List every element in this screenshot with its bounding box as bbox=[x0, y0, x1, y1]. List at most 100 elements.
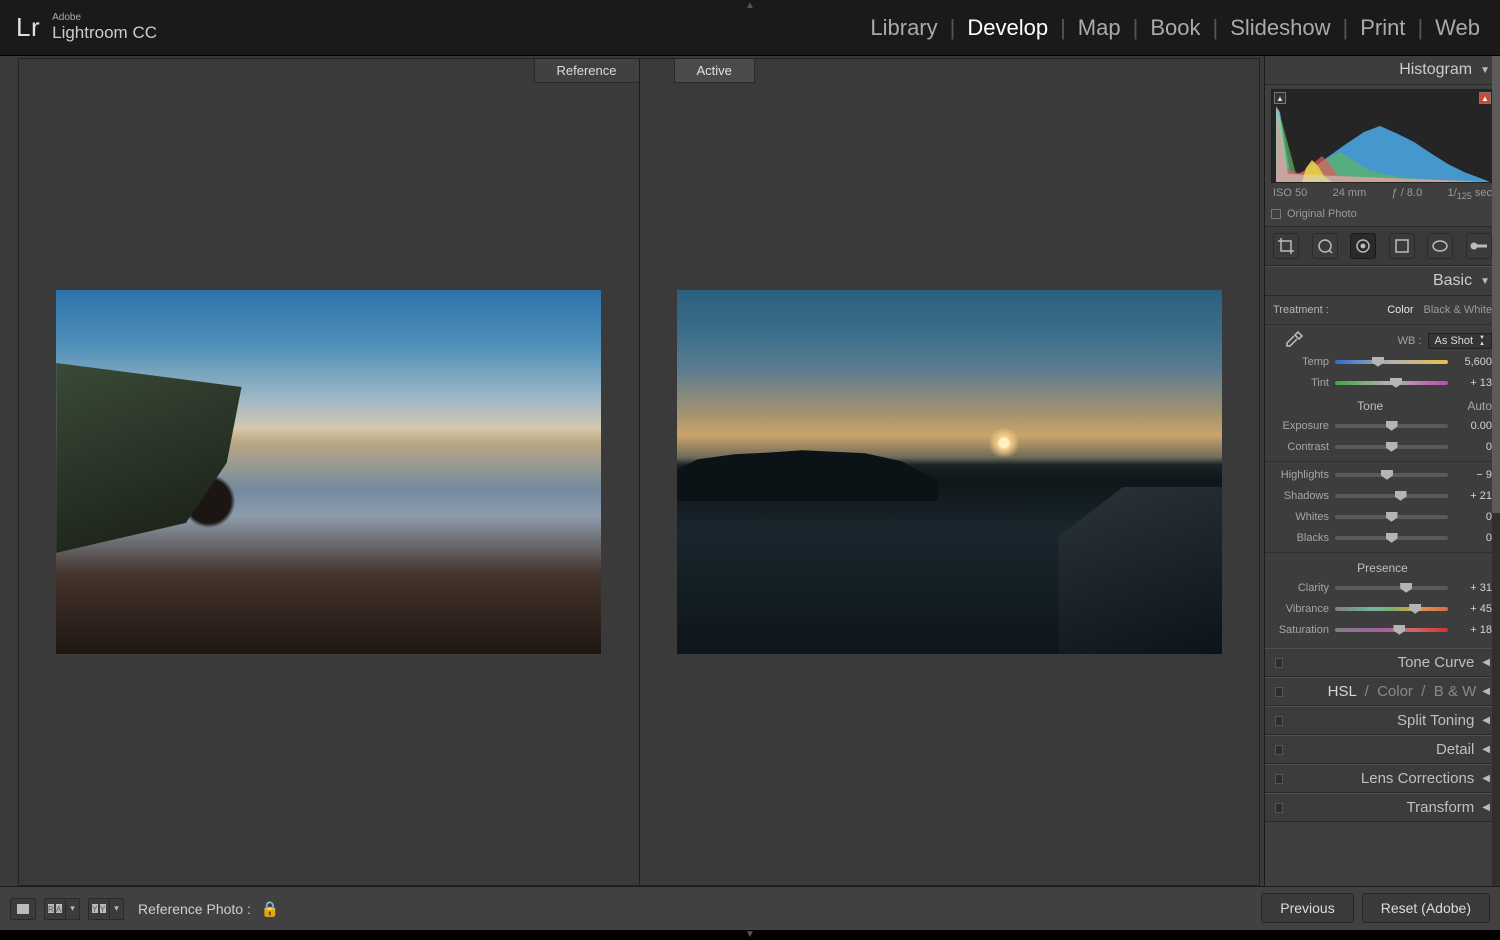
contrast-slider[interactable] bbox=[1335, 442, 1448, 452]
highlights-label: Highlights bbox=[1273, 469, 1329, 481]
histogram-curves-icon bbox=[1272, 102, 1492, 182]
right-panel: Histogram ▼ ▲ ▲ ISO 50 24 mm ƒ / 8.0 1/1… bbox=[1264, 56, 1500, 886]
panel-toggle-icon[interactable] bbox=[1275, 716, 1283, 726]
basic-panel-header[interactable]: Basic ▼ bbox=[1265, 266, 1500, 296]
chevron-left-icon: ◀ bbox=[1482, 686, 1490, 697]
module-book[interactable]: Book bbox=[1146, 13, 1204, 43]
module-web[interactable]: Web bbox=[1431, 13, 1484, 43]
lens-corrections-panel-header[interactable]: Lens Corrections◀ bbox=[1265, 764, 1500, 793]
vibrance-slider[interactable] bbox=[1335, 604, 1448, 614]
before-after-dropdown[interactable]: ▾ bbox=[110, 898, 124, 920]
reference-tag: Reference bbox=[534, 59, 639, 83]
blacks-value[interactable]: 0 bbox=[1454, 532, 1492, 544]
right-panel-scrollbar[interactable] bbox=[1492, 56, 1500, 886]
original-photo-checkbox[interactable] bbox=[1271, 209, 1281, 219]
histogram-title: Histogram bbox=[1399, 61, 1472, 79]
exposure-value[interactable]: 0.00 bbox=[1454, 420, 1492, 432]
histogram-graph[interactable]: ▲ ▲ bbox=[1271, 89, 1494, 183]
histogram-panel-header[interactable]: Histogram ▼ bbox=[1265, 56, 1500, 85]
module-map[interactable]: Map bbox=[1074, 13, 1125, 43]
reference-photo[interactable] bbox=[56, 290, 601, 653]
highlights-slider[interactable] bbox=[1335, 470, 1448, 480]
radial-filter-tool[interactable] bbox=[1427, 233, 1453, 259]
reference-side[interactable]: Reference bbox=[19, 59, 640, 885]
panel-toggle-icon[interactable] bbox=[1275, 774, 1283, 784]
chevron-left-icon: ◀ bbox=[1482, 657, 1490, 668]
panel-toggle-icon[interactable] bbox=[1275, 745, 1283, 755]
original-photo-label: Original Photo bbox=[1287, 208, 1357, 220]
treatment-color[interactable]: Color bbox=[1387, 304, 1413, 316]
loupe-view-button[interactable] bbox=[10, 898, 36, 920]
blacks-slider[interactable] bbox=[1335, 533, 1448, 543]
reset-button[interactable]: Reset (Adobe) bbox=[1362, 893, 1490, 923]
lightroom-logo-icon: Lr bbox=[16, 12, 40, 43]
spot-icon bbox=[1316, 237, 1334, 255]
chevron-down-icon: ▼ bbox=[1480, 276, 1490, 287]
reference-view-buttons: RA ▾ bbox=[44, 898, 80, 920]
before-after-left[interactable]: YY bbox=[88, 898, 110, 920]
crop-tool[interactable] bbox=[1273, 233, 1299, 259]
previous-button[interactable]: Previous bbox=[1261, 893, 1353, 923]
clarity-slider[interactable] bbox=[1335, 583, 1448, 593]
before-after-icon: YY bbox=[91, 903, 107, 914]
detail-panel-header[interactable]: Detail◀ bbox=[1265, 735, 1500, 764]
saturation-slider[interactable] bbox=[1335, 625, 1448, 635]
clarity-label: Clarity bbox=[1273, 582, 1329, 594]
reference-view-left[interactable]: RA bbox=[44, 898, 66, 920]
temp-value[interactable]: 5,600 bbox=[1454, 356, 1492, 368]
wb-label: WB : bbox=[1398, 335, 1422, 347]
histogram-focal: 24 mm bbox=[1333, 187, 1367, 201]
treatment-bw[interactable]: Black & White bbox=[1424, 304, 1492, 316]
eyedropper-icon[interactable] bbox=[1283, 329, 1305, 351]
panel-toggle-icon[interactable] bbox=[1275, 658, 1283, 668]
panel-toggle-icon[interactable] bbox=[1275, 687, 1283, 697]
tint-value[interactable]: + 13 bbox=[1454, 377, 1492, 389]
split-toning-panel-header[interactable]: Split Toning◀ bbox=[1265, 706, 1500, 735]
spot-removal-tool[interactable] bbox=[1312, 233, 1338, 259]
radial-icon bbox=[1431, 237, 1449, 255]
whites-slider[interactable] bbox=[1335, 512, 1448, 522]
svg-text:R: R bbox=[48, 905, 54, 914]
temp-row: Temp 5,600 bbox=[1273, 353, 1492, 370]
active-side[interactable]: Active bbox=[640, 59, 1260, 885]
loupe-icon bbox=[16, 903, 30, 915]
vibrance-value[interactable]: + 45 bbox=[1454, 603, 1492, 615]
reference-photo-label: Reference Photo : bbox=[138, 901, 251, 917]
histogram-panel: ▲ ▲ ISO 50 24 mm ƒ / 8.0 1/125 sec bbox=[1265, 85, 1500, 205]
module-slideshow[interactable]: Slideshow bbox=[1226, 13, 1334, 43]
adjustment-brush-tool[interactable] bbox=[1466, 233, 1492, 259]
active-photo[interactable] bbox=[677, 290, 1222, 653]
panel-toggle-icon[interactable] bbox=[1275, 803, 1283, 813]
graduated-filter-tool[interactable] bbox=[1389, 233, 1415, 259]
exposure-slider[interactable] bbox=[1335, 421, 1448, 431]
temp-slider[interactable] bbox=[1335, 357, 1448, 367]
secondary-toolbar: RA ▾ YY ▾ Reference Photo : 🔒 ▾ Previous… bbox=[0, 886, 1500, 930]
tint-row: Tint + 13 bbox=[1273, 374, 1492, 391]
transform-panel-header[interactable]: Transform◀ bbox=[1265, 793, 1500, 822]
wb-dropdown[interactable]: As Shot▼▲ bbox=[1428, 333, 1492, 349]
module-print[interactable]: Print bbox=[1356, 13, 1409, 43]
collapse-top-icon[interactable]: ▲ bbox=[745, 0, 755, 11]
collapse-bottom-icon[interactable]: ▼ bbox=[745, 929, 755, 940]
highlights-value[interactable]: − 9 bbox=[1454, 469, 1492, 481]
chevron-left-icon: ◀ bbox=[1482, 715, 1490, 726]
saturation-value[interactable]: + 18 bbox=[1454, 624, 1492, 636]
contrast-value[interactable]: 0 bbox=[1454, 441, 1492, 453]
reference-view-dropdown[interactable]: ▾ bbox=[66, 898, 80, 920]
whites-label: Whites bbox=[1273, 511, 1329, 523]
whites-value[interactable]: 0 bbox=[1454, 511, 1492, 523]
lock-icon[interactable]: 🔒 bbox=[261, 900, 280, 918]
shadows-slider[interactable] bbox=[1335, 491, 1448, 501]
shadows-value[interactable]: + 21 bbox=[1454, 490, 1492, 502]
treatment-label: Treatment : bbox=[1273, 304, 1329, 316]
clarity-value[interactable]: + 31 bbox=[1454, 582, 1492, 594]
module-develop[interactable]: Develop bbox=[963, 13, 1052, 43]
redeye-tool[interactable] bbox=[1350, 233, 1376, 259]
tone-title: Tone bbox=[1357, 399, 1383, 413]
tone-curve-panel-header[interactable]: Tone Curve◀ bbox=[1265, 648, 1500, 677]
hsl-panel-header[interactable]: HSL / Color / B & W ◀ bbox=[1265, 677, 1500, 706]
auto-tone-button[interactable]: Auto bbox=[1467, 399, 1492, 413]
tint-slider[interactable] bbox=[1335, 378, 1448, 388]
module-library[interactable]: Library bbox=[866, 13, 941, 43]
original-photo-row[interactable]: Original Photo bbox=[1265, 205, 1500, 227]
